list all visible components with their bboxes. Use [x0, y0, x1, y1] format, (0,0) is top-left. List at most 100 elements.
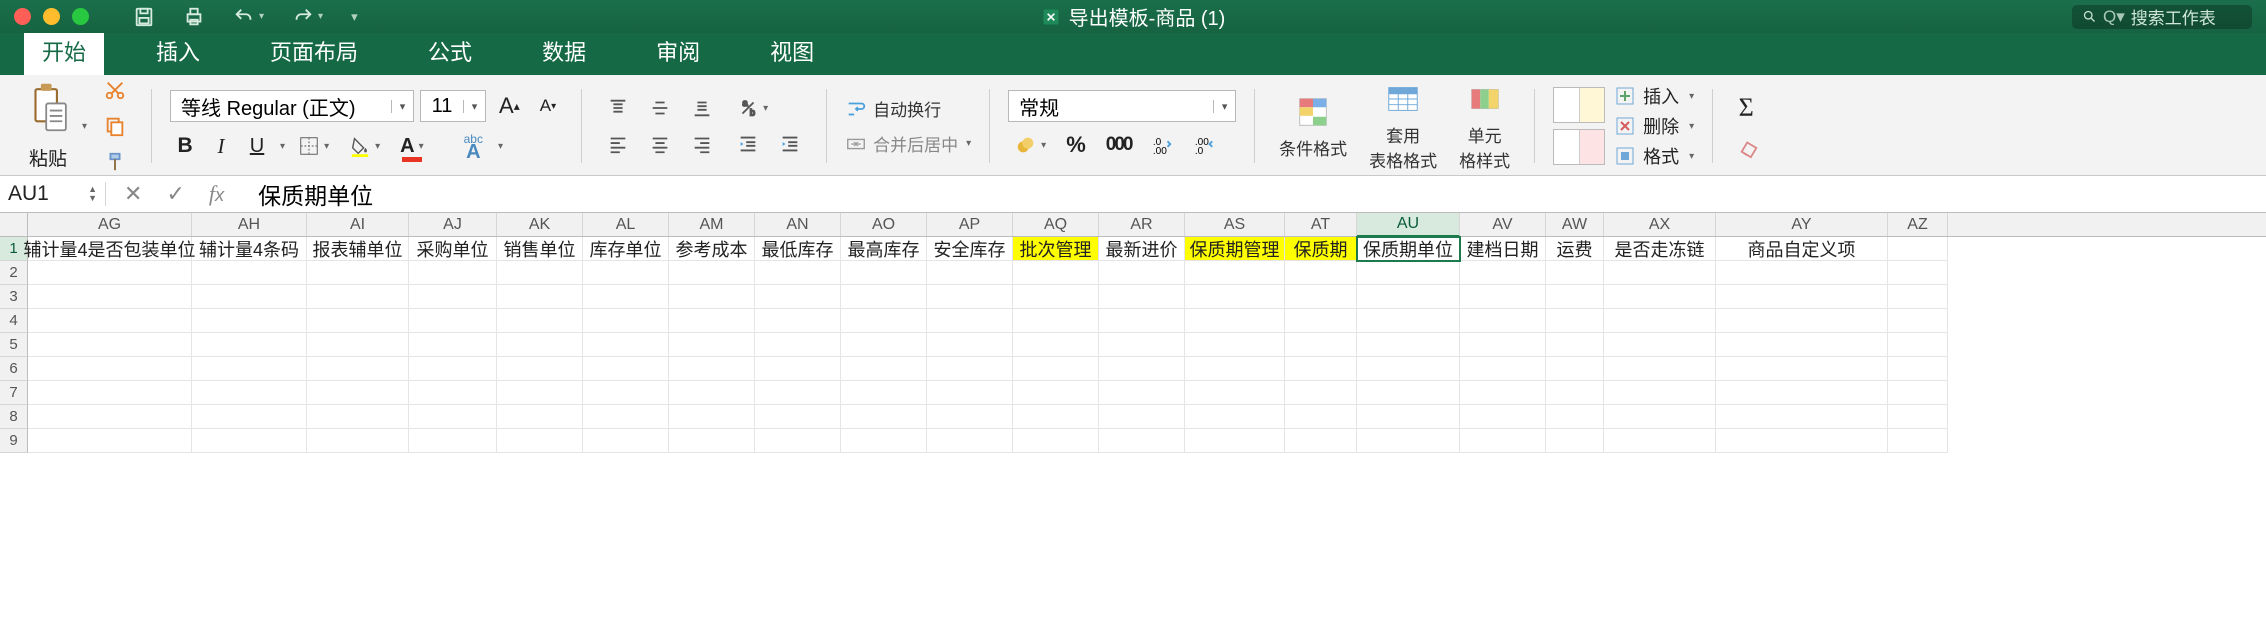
- cell-AV4[interactable]: [1460, 309, 1546, 333]
- cell-AO7[interactable]: [841, 381, 927, 405]
- cell-AV2[interactable]: [1460, 261, 1546, 285]
- cell-AG3[interactable]: [28, 285, 192, 309]
- cell-AM8[interactable]: [669, 405, 755, 429]
- decrease-decimal-button[interactable]: .00.0: [1186, 130, 1222, 160]
- cell-AQ7[interactable]: [1013, 381, 1099, 405]
- increase-indent-button[interactable]: [772, 129, 808, 159]
- cell-AO2[interactable]: [841, 261, 927, 285]
- column-header-AL[interactable]: AL: [583, 213, 669, 236]
- column-header-AT[interactable]: AT: [1285, 213, 1357, 236]
- cell-AG4[interactable]: [28, 309, 192, 333]
- decrease-font-button[interactable]: A▾: [533, 91, 563, 121]
- cell-AN3[interactable]: [755, 285, 841, 309]
- cell-AQ8[interactable]: [1013, 405, 1099, 429]
- cell-AP8[interactable]: [927, 405, 1013, 429]
- cell-AK6[interactable]: [497, 357, 583, 381]
- cell-AV6[interactable]: [1460, 357, 1546, 381]
- cell-AM7[interactable]: [669, 381, 755, 405]
- row-header-4[interactable]: 4: [0, 309, 28, 333]
- cell-AK8[interactable]: [497, 405, 583, 429]
- cell-AK9[interactable]: [497, 429, 583, 453]
- cell-AG6[interactable]: [28, 357, 192, 381]
- cell-AN2[interactable]: [755, 261, 841, 285]
- close-window-button[interactable]: [14, 8, 31, 25]
- cell-AO9[interactable]: [841, 429, 927, 453]
- conditional-formatting-button[interactable]: 条件格式: [1273, 93, 1353, 160]
- cell-AQ5[interactable]: [1013, 333, 1099, 357]
- wrap-text-button[interactable]: 自动换行: [845, 96, 941, 121]
- formula-cancel-button[interactable]: ✕: [124, 181, 142, 207]
- cell-AT9[interactable]: [1285, 429, 1357, 453]
- cell-AN9[interactable]: [755, 429, 841, 453]
- cell-AI1[interactable]: 报表辅单位: [307, 237, 409, 261]
- cell-AH9[interactable]: [192, 429, 307, 453]
- column-header-AG[interactable]: AG: [28, 213, 192, 236]
- cell-AZ7[interactable]: [1888, 381, 1948, 405]
- ribbon-tab-3[interactable]: 公式: [410, 29, 490, 75]
- column-header-AM[interactable]: AM: [669, 213, 755, 236]
- cell-AH7[interactable]: [192, 381, 307, 405]
- formula-confirm-button[interactable]: ✓: [166, 181, 184, 207]
- cell-AY1[interactable]: 商品自定义项: [1716, 237, 1888, 261]
- phonetic-guide-button[interactable]: abcA: [457, 129, 490, 163]
- cell-AJ4[interactable]: [409, 309, 497, 333]
- cell-AK4[interactable]: [497, 309, 583, 333]
- cell-AS4[interactable]: [1185, 309, 1285, 333]
- cell-AV1[interactable]: 建档日期: [1460, 237, 1546, 261]
- cell-AT4[interactable]: [1285, 309, 1357, 333]
- underline-button[interactable]: U: [242, 131, 272, 162]
- accounting-format-button[interactable]: [1008, 130, 1053, 160]
- cell-AM4[interactable]: [669, 309, 755, 333]
- formula-input[interactable]: [250, 181, 2266, 208]
- cell-AK7[interactable]: [497, 381, 583, 405]
- cell-AH8[interactable]: [192, 405, 307, 429]
- column-header-AQ[interactable]: AQ: [1013, 213, 1099, 236]
- column-header-AO[interactable]: AO: [841, 213, 927, 236]
- cell-AR8[interactable]: [1099, 405, 1185, 429]
- cell-AP1[interactable]: 安全库存: [927, 237, 1013, 261]
- cell-AQ9[interactable]: [1013, 429, 1099, 453]
- align-center-button[interactable]: [642, 129, 678, 159]
- orientation-button[interactable]: ab: [730, 93, 775, 123]
- column-header-AR[interactable]: AR: [1099, 213, 1185, 236]
- cell-AS9[interactable]: [1185, 429, 1285, 453]
- select-all-button[interactable]: [0, 213, 28, 237]
- cell-AY7[interactable]: [1716, 381, 1888, 405]
- cell-AM3[interactable]: [669, 285, 755, 309]
- cell-AZ3[interactable]: [1888, 285, 1948, 309]
- cell-AZ9[interactable]: [1888, 429, 1948, 453]
- cell-AR5[interactable]: [1099, 333, 1185, 357]
- cell-AJ9[interactable]: [409, 429, 497, 453]
- cell-AL7[interactable]: [583, 381, 669, 405]
- row-header-8[interactable]: 8: [0, 405, 28, 429]
- cell-AK2[interactable]: [497, 261, 583, 285]
- cell-AV8[interactable]: [1460, 405, 1546, 429]
- cell-AX6[interactable]: [1604, 357, 1716, 381]
- ribbon-tab-1[interactable]: 插入: [138, 29, 218, 75]
- cell-AW1[interactable]: 运费: [1546, 237, 1604, 261]
- cell-AI9[interactable]: [307, 429, 409, 453]
- cell-AW4[interactable]: [1546, 309, 1604, 333]
- ribbon-tab-6[interactable]: 视图: [752, 29, 832, 75]
- format-as-table-button[interactable]: 套用 表格格式: [1363, 80, 1443, 172]
- cell-AN1[interactable]: 最低库存: [755, 237, 841, 261]
- cell-AI4[interactable]: [307, 309, 409, 333]
- cell-AL6[interactable]: [583, 357, 669, 381]
- cell-AO3[interactable]: [841, 285, 927, 309]
- column-header-AK[interactable]: AK: [497, 213, 583, 236]
- column-header-AP[interactable]: AP: [927, 213, 1013, 236]
- zoom-window-button[interactable]: [72, 8, 89, 25]
- cell-AX7[interactable]: [1604, 381, 1716, 405]
- cell-AT1[interactable]: 保质期: [1285, 237, 1357, 261]
- cell-AM5[interactable]: [669, 333, 755, 357]
- cell-AY2[interactable]: [1716, 261, 1888, 285]
- cell-AR6[interactable]: [1099, 357, 1185, 381]
- cell-AO5[interactable]: [841, 333, 927, 357]
- paste-button[interactable]: [26, 82, 70, 138]
- cell-AP9[interactable]: [927, 429, 1013, 453]
- cell-style-preview[interactable]: [1553, 87, 1605, 123]
- cell-AY5[interactable]: [1716, 333, 1888, 357]
- copy-button[interactable]: [97, 111, 133, 141]
- font-name-input[interactable]: [171, 91, 391, 121]
- cut-button[interactable]: [97, 75, 133, 105]
